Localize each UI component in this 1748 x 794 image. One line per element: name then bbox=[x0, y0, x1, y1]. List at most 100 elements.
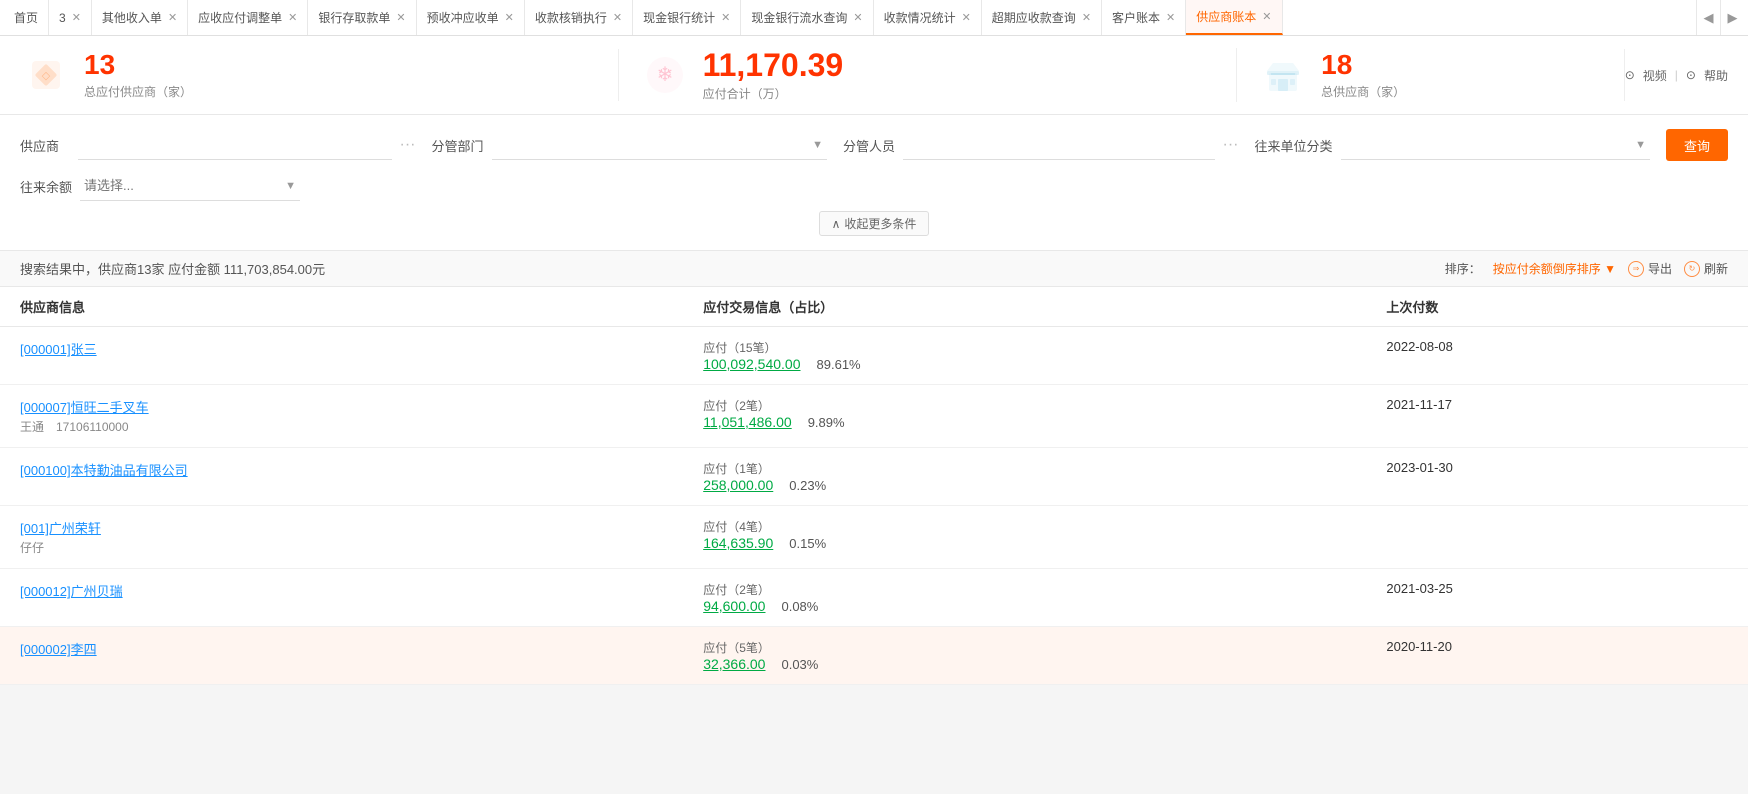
supplier-link-1[interactable]: [000001]张三 bbox=[20, 342, 97, 357]
supplier-dots-icon[interactable]: ··· bbox=[400, 136, 416, 154]
col-header-supplier: 供应商信息 bbox=[20, 297, 703, 316]
nav-tab-adjust[interactable]: 应收应付调整单 ✕ bbox=[188, 0, 308, 35]
close-icon[interactable]: ✕ bbox=[72, 11, 81, 24]
balance-input[interactable] bbox=[84, 178, 281, 193]
nav-tab-supplier[interactable]: 供应商账本 ✕ bbox=[1186, 0, 1282, 35]
refresh-button[interactable]: ↻ 刷新 bbox=[1684, 260, 1728, 277]
nav-prev-button[interactable]: ◀ bbox=[1696, 0, 1720, 36]
col-header-tx: 应付交易信息（占比） bbox=[703, 297, 1386, 316]
supplier-label: 供应商 bbox=[20, 136, 70, 155]
tx-amount-2[interactable]: 11,051,486.00 bbox=[703, 414, 792, 430]
balance-chevron-icon: ▼ bbox=[285, 180, 296, 192]
divider: | bbox=[1675, 68, 1678, 82]
nav-tab-prepay[interactable]: 预收冲应收单 ✕ bbox=[417, 0, 525, 35]
nav-tab-3[interactable]: 3 ✕ bbox=[49, 0, 92, 35]
video-icon: ⊙ bbox=[1625, 68, 1635, 82]
filter-supplier: 供应商 ··· bbox=[20, 130, 416, 160]
stat-text-payable-suppliers: 13 总应付供应商（家） bbox=[84, 50, 192, 100]
close-icon[interactable]: ✕ bbox=[962, 11, 971, 24]
dept-select[interactable]: ▼ bbox=[492, 130, 827, 160]
nav-tab-receipt[interactable]: 收款情况统计 ✕ bbox=[874, 0, 982, 35]
supplier-link-3[interactable]: [000100]本特勤油品有限公司 bbox=[20, 463, 188, 478]
close-icon[interactable]: ✕ bbox=[721, 11, 730, 24]
filter-area: 供应商 ··· 分管部门 ▼ 分管人员 ··· 往来单位分类 ▼ 查询 bbox=[0, 115, 1748, 251]
tx-percent-2: 9.89% bbox=[808, 415, 845, 430]
tx-percent-1: 89.61% bbox=[817, 357, 861, 372]
dept-input[interactable] bbox=[496, 137, 809, 152]
nav-tab-verify[interactable]: 收款核销执行 ✕ bbox=[525, 0, 633, 35]
filter-row-2: 往来余额 ▼ bbox=[20, 171, 1728, 201]
tx-amount-6[interactable]: 32,366.00 bbox=[703, 656, 765, 672]
tx-amount-5[interactable]: 94,600.00 bbox=[703, 598, 765, 614]
supplier-link-5[interactable]: [000012]广州贝瑞 bbox=[20, 584, 123, 599]
export-icon: ⇒ bbox=[1628, 261, 1644, 277]
svg-text:❄: ❄ bbox=[656, 64, 673, 86]
nav-tab-cashflow[interactable]: 现金银行流水查询 ✕ bbox=[741, 0, 873, 35]
tx-amount-3[interactable]: 258,000.00 bbox=[703, 477, 773, 493]
nav-tab-overdue[interactable]: 超期应收款查询 ✕ bbox=[982, 0, 1102, 35]
last-payment-date-1: 2022-08-08 bbox=[1386, 339, 1453, 354]
nav-tab-customer[interactable]: 客户账本 ✕ bbox=[1102, 0, 1186, 35]
last-payment-5: 2021-03-25 bbox=[1386, 581, 1728, 596]
result-actions: 排序： 按应付余额倒序排序 ▼ ⇒ 导出 ↻ 刷新 bbox=[1445, 260, 1728, 277]
nav-next-button[interactable]: ▶ bbox=[1720, 0, 1744, 36]
category-input[interactable] bbox=[1345, 137, 1632, 152]
tx-amount-4[interactable]: 164,635.90 bbox=[703, 535, 773, 551]
top-right-links: ⊙ 视频 | ⊙ 帮助 bbox=[1625, 67, 1728, 84]
nav-tab-home[interactable]: 首页 bbox=[4, 0, 49, 35]
collapse-button[interactable]: ∧ 收起更多条件 bbox=[819, 211, 930, 236]
close-icon[interactable]: ✕ bbox=[396, 11, 405, 24]
nav-tab-cashstat[interactable]: 现金银行统计 ✕ bbox=[633, 0, 741, 35]
tx-row-6: 32,366.00 0.03% bbox=[703, 656, 1386, 672]
collapse-up-icon: ∧ bbox=[832, 217, 841, 231]
top-nav: 首页 3 ✕ 其他收入单 ✕ 应收应付调整单 ✕ 银行存取款单 ✕ 预收冲应收单… bbox=[0, 0, 1748, 36]
tx-label-3: 应付（1笔） bbox=[703, 460, 1386, 477]
person-dots-icon[interactable]: ··· bbox=[1223, 136, 1239, 154]
stat-total-suppliers: 18 总供应商（家） bbox=[1237, 49, 1625, 101]
export-button[interactable]: ⇒ 导出 bbox=[1628, 260, 1672, 277]
tx-info-6: 应付（5笔） 32,366.00 0.03% bbox=[703, 639, 1386, 672]
close-icon[interactable]: ✕ bbox=[1262, 10, 1271, 23]
nav-tab-bank[interactable]: 银行存取款单 ✕ bbox=[308, 0, 416, 35]
dept-label: 分管部门 bbox=[432, 136, 484, 155]
tx-info-3: 应付（1笔） 258,000.00 0.23% bbox=[703, 460, 1386, 493]
tx-amount-1[interactable]: 100,092,540.00 bbox=[703, 356, 800, 372]
nav-tab-income[interactable]: 其他收入单 ✕ bbox=[92, 0, 188, 35]
close-icon[interactable]: ✕ bbox=[1166, 11, 1175, 24]
supplier-link-2[interactable]: [000007]恒旺二手叉车 bbox=[20, 400, 149, 415]
category-chevron-icon: ▼ bbox=[1635, 139, 1646, 151]
balance-select[interactable]: ▼ bbox=[80, 171, 300, 201]
last-payment-2: 2021-11-17 bbox=[1386, 397, 1728, 412]
close-icon[interactable]: ✕ bbox=[613, 11, 622, 24]
main-table: 供应商信息 应付交易信息（占比） 上次付数 [000001]张三 应付（15笔）… bbox=[0, 287, 1748, 685]
stat-text-payable-total: 11,170.39 应付合计（万） bbox=[703, 48, 844, 102]
supplier-info-6: [000002]李四 bbox=[20, 639, 703, 658]
snowflake-icon: ❄ bbox=[639, 49, 691, 101]
category-select[interactable]: ▼ bbox=[1341, 130, 1650, 160]
close-icon[interactable]: ✕ bbox=[853, 11, 862, 24]
sort-select[interactable]: 按应付余额倒序排序 ▼ bbox=[1493, 260, 1616, 277]
supplier-contact-2: 王通 17106110000 bbox=[20, 418, 703, 435]
tx-label-5: 应付（2笔） bbox=[703, 581, 1386, 598]
tx-row-2: 11,051,486.00 9.89% bbox=[703, 414, 1386, 430]
help-link[interactable]: 帮助 bbox=[1704, 67, 1728, 84]
filter-category: 往来单位分类 ▼ bbox=[1255, 130, 1651, 160]
close-icon[interactable]: ✕ bbox=[288, 11, 297, 24]
close-icon[interactable]: ✕ bbox=[505, 11, 514, 24]
tx-label-2: 应付（2笔） bbox=[703, 397, 1386, 414]
video-link[interactable]: 视频 bbox=[1643, 67, 1667, 84]
supplier-input[interactable] bbox=[78, 130, 392, 160]
query-button[interactable]: 查询 bbox=[1666, 129, 1728, 161]
tx-percent-3: 0.23% bbox=[789, 478, 826, 493]
person-input[interactable] bbox=[903, 130, 1215, 160]
table-header: 供应商信息 应付交易信息（占比） 上次付数 bbox=[0, 287, 1748, 327]
supplier-link-4[interactable]: [001]广州荣轩 bbox=[20, 521, 101, 536]
filter-person: 分管人员 ··· bbox=[843, 130, 1239, 160]
close-icon[interactable]: ✕ bbox=[168, 11, 177, 24]
supplier-info-2: [000007]恒旺二手叉车 王通 17106110000 bbox=[20, 397, 703, 435]
stat-number-total-suppliers: 18 bbox=[1321, 50, 1405, 81]
close-icon[interactable]: ✕ bbox=[1082, 11, 1091, 24]
stat-payable-total: ❄ 11,170.39 应付合计（万） bbox=[619, 48, 1238, 102]
tx-info-2: 应付（2笔） 11,051,486.00 9.89% bbox=[703, 397, 1386, 430]
supplier-link-6[interactable]: [000002]李四 bbox=[20, 642, 97, 657]
